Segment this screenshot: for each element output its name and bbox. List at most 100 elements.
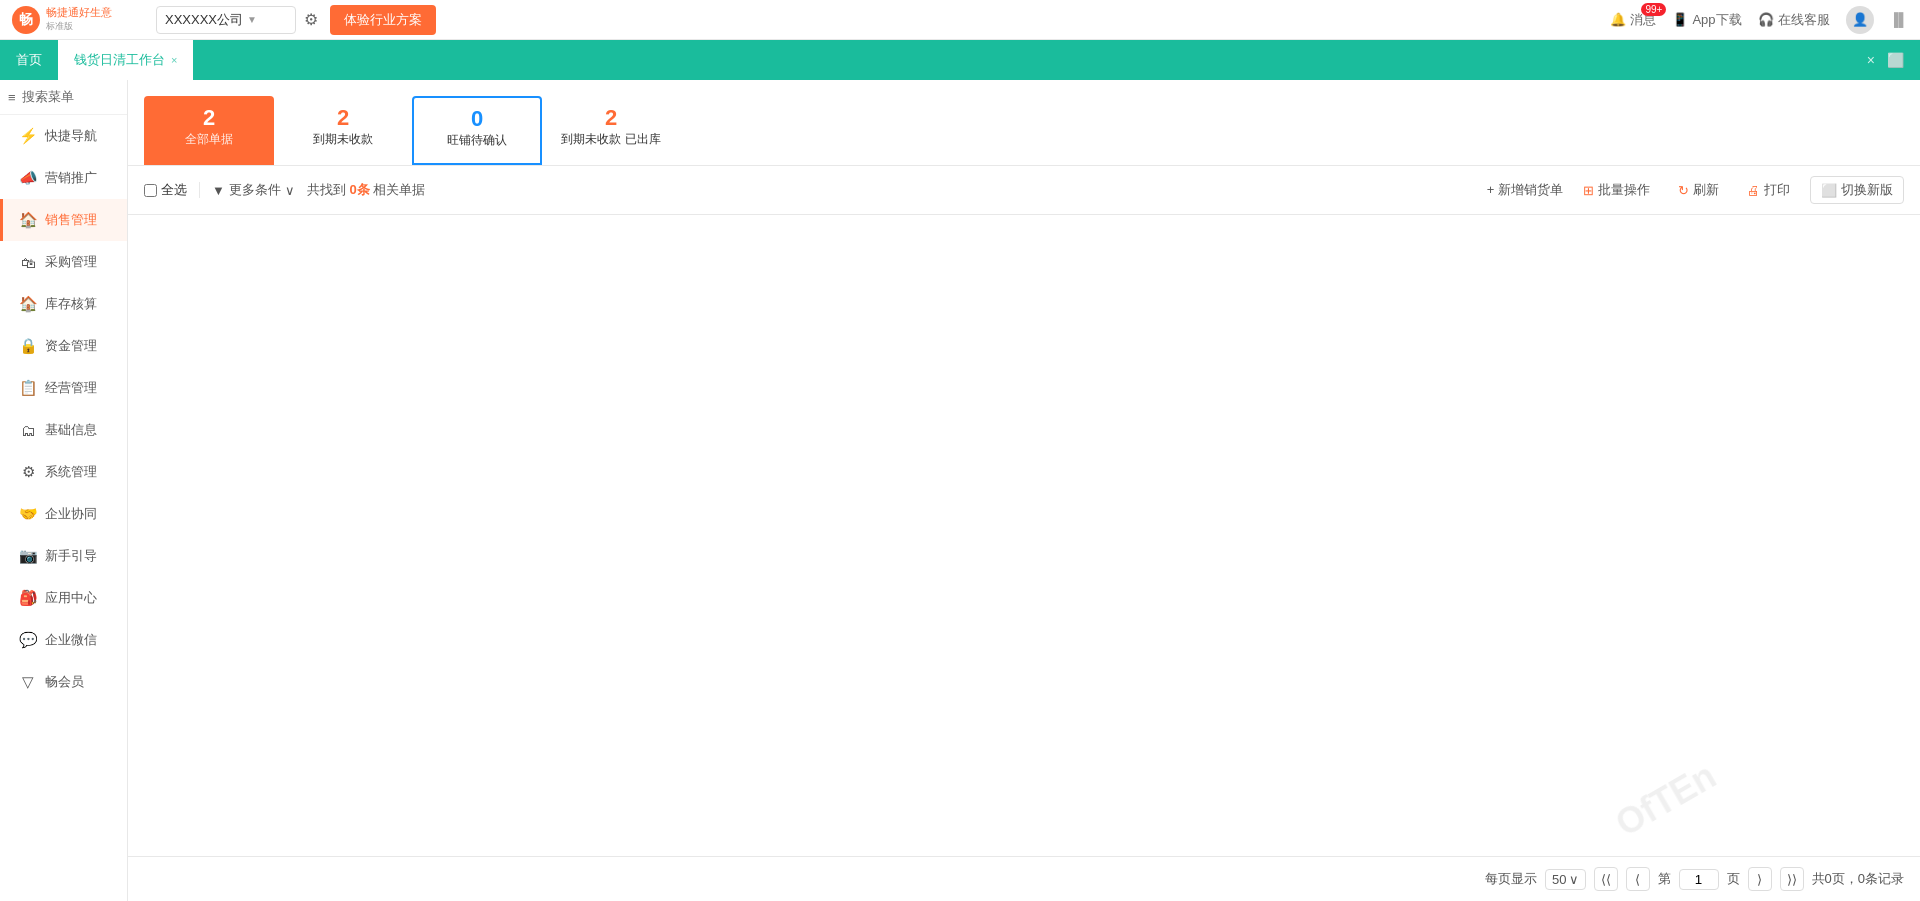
sidebar-item-operation[interactable]: 📋 经营管理	[0, 367, 127, 409]
stat-overdue-label: 到期未收款	[313, 132, 373, 146]
filter-icon: ▼	[212, 183, 225, 198]
prev-page-btn[interactable]: ⟨	[1626, 867, 1650, 891]
messages-badge: 99+	[1641, 3, 1666, 16]
stat-tab-shipped[interactable]: 2 到期未收款 已出库	[546, 96, 676, 165]
inventory-icon: 🏠	[19, 295, 37, 313]
stat-tab-all[interactable]: 2 全部单据	[144, 96, 274, 165]
sidebar-item-wechat[interactable]: 💬 企业微信	[0, 619, 127, 661]
toolbar-right: + 新增销货单 ⊞ 批量操作 ↻ 刷新 🖨 打印 ⬜ 切换新版	[1487, 176, 1904, 204]
page-number-input[interactable]	[1679, 869, 1719, 890]
tab-close-icon[interactable]: ×	[171, 54, 177, 66]
tab-maximize-btn[interactable]: ⬜	[1887, 52, 1904, 68]
settings-icon[interactable]: ⚙	[304, 10, 318, 29]
search-icon: ≡	[8, 90, 16, 105]
sidebar-item-enterprise[interactable]: 🤝 企业协同	[0, 493, 127, 535]
stat-wangpu-number: 0	[426, 106, 528, 132]
found-count: 0条	[350, 182, 370, 197]
stat-shipped-number: 2	[559, 105, 663, 131]
stat-tab-overdue[interactable]: 2 到期未收款	[278, 96, 408, 165]
stats-tabs: 2 全部单据 2 到期未收款 0 旺铺待确认 2 到期未收款 已出库	[128, 80, 1920, 166]
top-bar: 畅 畅捷通好生意 标准版 XXXXXX公司 ▼ ⚙ 体验行业方案 🔔 消息 99…	[0, 0, 1920, 40]
stat-overdue-number: 2	[291, 105, 395, 131]
marketing-icon: 📣	[19, 169, 37, 187]
found-text: 共找到 0条 相关单据	[307, 181, 425, 199]
filter-btn[interactable]: ▼ 更多条件 ∨	[212, 181, 295, 199]
sidebar-item-guide[interactable]: 📷 新手引导	[0, 535, 127, 577]
total-label: 共0页，0条记录	[1812, 870, 1904, 888]
new-sale-btn[interactable]: + 新增销货单	[1487, 181, 1563, 199]
sidebar-item-app-center[interactable]: 🎒 应用中心	[0, 577, 127, 619]
next-page-btn[interactable]: ⟩	[1748, 867, 1772, 891]
select-all-checkbox[interactable]: 全选	[144, 181, 187, 199]
purchase-icon: 🛍	[19, 254, 37, 271]
table-area	[128, 215, 1920, 856]
company-name: XXXXXX公司	[165, 11, 243, 29]
shortcuts-icon: ⚡	[19, 127, 37, 145]
online-service-btn[interactable]: 🎧 在线客服	[1758, 11, 1830, 29]
company-selector[interactable]: XXXXXX公司 ▼	[156, 6, 296, 34]
toolbar: 全选 ▼ 更多条件 ∨ 共找到 0条 相关单据 + 新增销货单 ⊞ 批量操作	[128, 166, 1920, 215]
experience-btn[interactable]: 体验行业方案	[330, 5, 436, 35]
enterprise-icon: 🤝	[19, 505, 37, 523]
sidebar-item-purchase[interactable]: 🛍 采购管理	[0, 241, 127, 283]
refresh-icon: ↻	[1678, 183, 1689, 198]
user-name[interactable]: ▐▌	[1890, 12, 1908, 27]
stat-tab-wangpu[interactable]: 0 旺铺待确认	[412, 96, 542, 165]
phone-icon: 📱	[1672, 12, 1688, 27]
stat-all-label: 全部单据	[185, 132, 233, 146]
switch-version-btn[interactable]: ⬜ 切换新版	[1810, 176, 1904, 204]
member-icon: ▽	[19, 673, 37, 691]
filter-chevron-icon: ∨	[285, 183, 295, 198]
content-area: 2 全部单据 2 到期未收款 0 旺铺待确认 2 到期未收款 已出库 全选	[128, 80, 1920, 901]
headset-icon: 🎧	[1758, 12, 1774, 27]
operation-icon: 📋	[19, 379, 37, 397]
user-icon: 👤	[1852, 12, 1868, 27]
logo-text: 畅捷通好生意	[46, 6, 112, 19]
divider	[199, 182, 200, 198]
pagination: 每页显示 50 ∨ ⟨⟨ ⟨ 第 页 ⟩ ⟩⟩ 共0页，0条记录	[128, 856, 1920, 901]
bell-icon: 🔔	[1610, 12, 1626, 27]
stat-all-number: 2	[157, 105, 261, 131]
sidebar-item-finance[interactable]: 🔒 资金管理	[0, 325, 127, 367]
print-btn[interactable]: 🖨 打印	[1739, 177, 1798, 203]
tab-minimize-btn[interactable]: ×	[1867, 52, 1875, 68]
sales-icon: 🏠	[19, 211, 37, 229]
system-icon: ⚙	[19, 463, 37, 481]
switch-icon: ⬜	[1821, 183, 1837, 198]
logo-area: 畅 畅捷通好生意 标准版	[12, 6, 140, 34]
basic-info-icon: 🗂	[19, 422, 37, 439]
app-download-btn[interactable]: 📱 App下载	[1672, 11, 1741, 29]
stat-shipped-label: 到期未收款 已出库	[561, 132, 660, 146]
sidebar-item-member[interactable]: ▽ 畅会员	[0, 661, 127, 703]
sidebar-item-system[interactable]: ⚙ 系统管理	[0, 451, 127, 493]
guide-icon: 📷	[19, 547, 37, 565]
batch-btn[interactable]: ⊞ 批量操作	[1575, 177, 1658, 203]
finance-icon: 🔒	[19, 337, 37, 355]
sidebar-item-marketing[interactable]: 📣 营销推广	[0, 157, 127, 199]
select-all-input[interactable]	[144, 184, 157, 197]
stat-wangpu-label: 旺铺待确认	[447, 133, 507, 147]
sidebar-item-sales[interactable]: 🏠 销售管理	[0, 199, 127, 241]
tab-active[interactable]: 钱货日清工作台 ×	[58, 40, 193, 80]
page-size-arrow-icon: ∨	[1569, 872, 1579, 887]
logo-sub: 标准版	[46, 20, 112, 33]
sidebar-item-shortcuts[interactable]: ⚡ 快捷导航	[0, 115, 127, 157]
tab-home[interactable]: 首页	[0, 40, 58, 80]
logo-icon: 畅	[12, 6, 40, 34]
sidebar-item-inventory[interactable]: 🏠 库存核算	[0, 283, 127, 325]
messages-btn[interactable]: 🔔 消息 99+	[1610, 11, 1656, 29]
page-size-select[interactable]: 50 ∨	[1545, 869, 1585, 890]
last-page-btn[interactable]: ⟩⟩	[1780, 867, 1804, 891]
tab-nav: 首页 钱货日清工作台 × × ⬜	[0, 40, 1920, 80]
print-icon: 🖨	[1747, 183, 1760, 198]
dropdown-arrow-icon: ▼	[247, 14, 257, 25]
sidebar-item-basic-info[interactable]: 🗂 基础信息	[0, 409, 127, 451]
wechat-icon: 💬	[19, 631, 37, 649]
top-right: 🔔 消息 99+ 📱 App下载 🎧 在线客服 👤 ▐▌	[1610, 6, 1908, 34]
sidebar-search[interactable]: ≡ 搜索菜单	[0, 80, 127, 115]
sidebar: ≡ 搜索菜单 ⚡ 快捷导航 📣 营销推广 🏠 销售管理 🛍 采购管理 🏠 库存核…	[0, 80, 128, 901]
refresh-btn[interactable]: ↻ 刷新	[1670, 177, 1727, 203]
batch-icon: ⊞	[1583, 183, 1594, 198]
first-page-btn[interactable]: ⟨⟨	[1594, 867, 1618, 891]
avatar[interactable]: 👤	[1846, 6, 1874, 34]
